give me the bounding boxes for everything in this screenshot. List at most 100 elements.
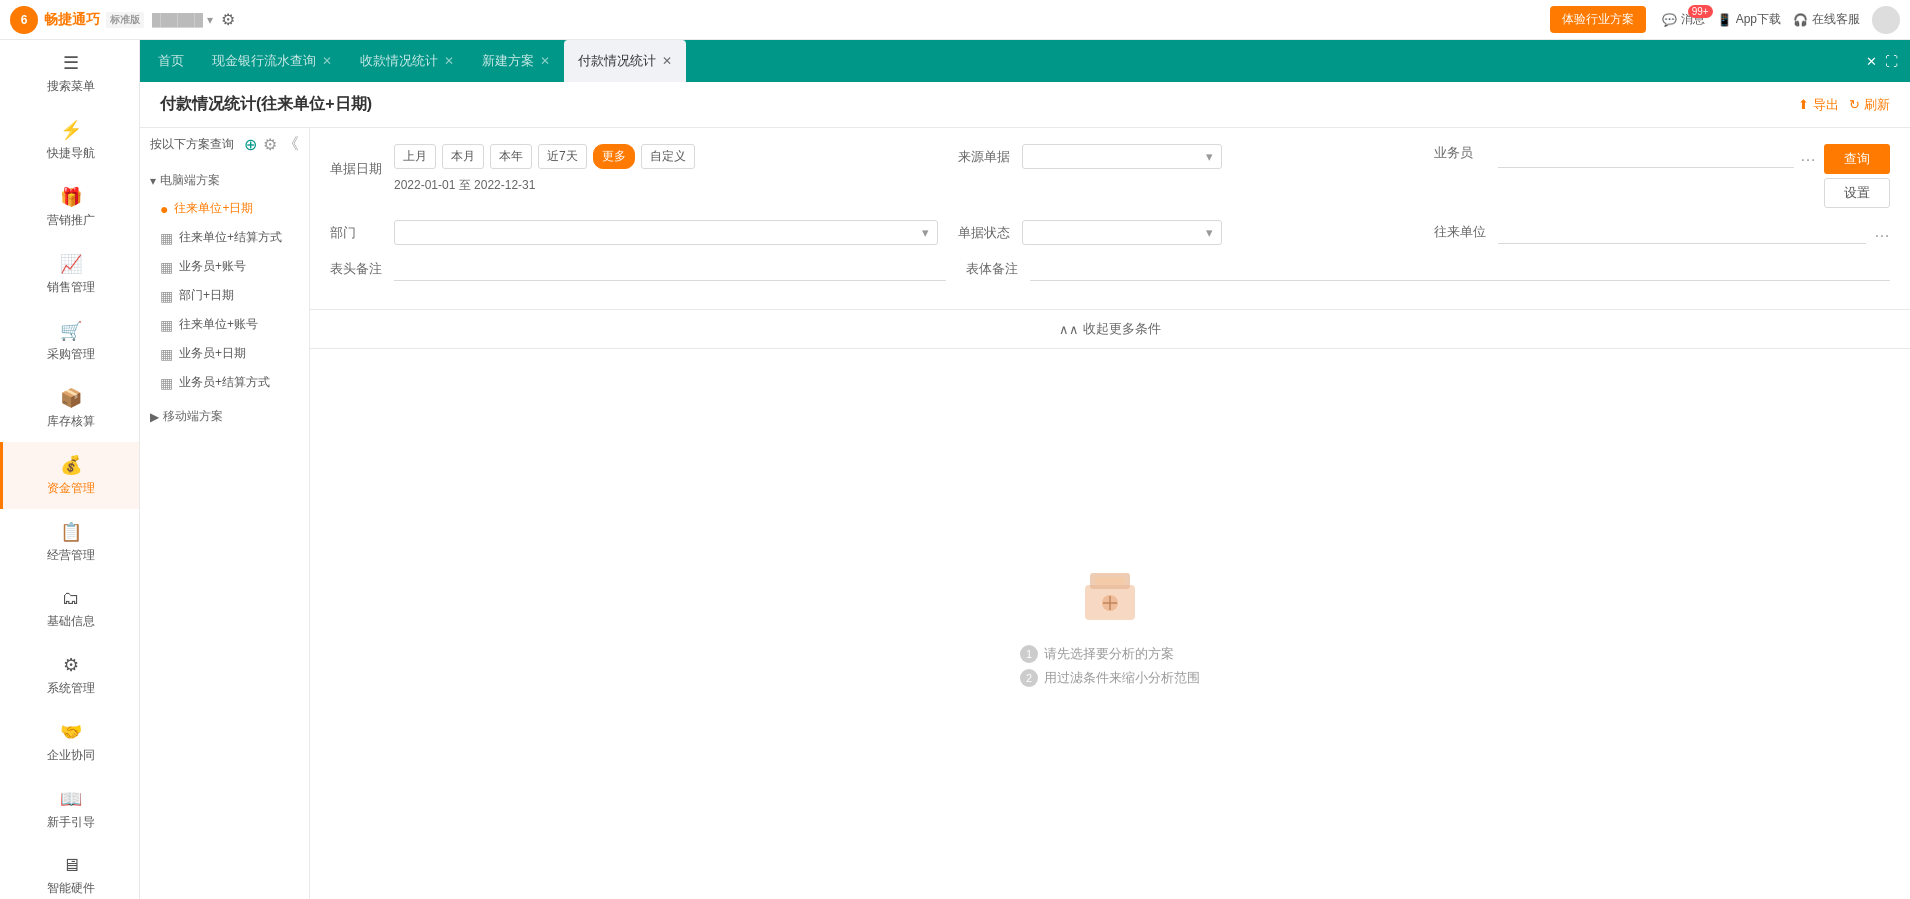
app-download-label: App下载 [1736,11,1781,28]
sidebar-item-finance[interactable]: 💰 资金管理 [0,442,139,509]
tab-bank[interactable]: 现金银行流水查询 ✕ [198,40,346,82]
hint-num-1: 1 [1020,645,1038,663]
export-button[interactable]: ⬆ 导出 [1798,96,1839,114]
empty-box-illustration [1070,555,1150,635]
sidebar-item-label: 快捷导航 [47,145,95,162]
collapse-label: 收起更多条件 [1083,320,1161,338]
date-btn-custom[interactable]: 自定义 [641,144,695,169]
refresh-button[interactable]: ↻ 刷新 [1849,96,1890,114]
filter-source-label: 来源单据 [958,148,1014,166]
date-btn-7days[interactable]: 近7天 [538,144,587,169]
pc-scheme-title[interactable]: ▾ 电脑端方案 [140,167,309,194]
page-actions: ⬆ 导出 ↻ 刷新 [1798,96,1890,114]
filter-counterpart-item: 往来单位 … [1434,220,1890,244]
try-industry-button[interactable]: 体验行业方案 [1550,6,1646,33]
scheme-item-staff-date[interactable]: ▦ 业务员+日期 [140,339,309,368]
sidebar-item-nav[interactable]: ⚡ 快捷导航 [0,107,139,174]
filter-date-control: 上月 本月 本年 近7天 更多 自定义 2022-01-01 至 2022-12… [394,144,938,194]
user-avatar[interactable] [1872,6,1900,34]
scheme-item-counterpart-account[interactable]: ▦ 往来单位+账号 [140,310,309,339]
add-scheme-icon[interactable]: ⊕ [244,135,257,154]
sidebar-item-operations[interactable]: 📋 经营管理 [0,509,139,576]
sidebar-item-purchase[interactable]: 🛒 采购管理 [0,308,139,375]
tab-new-plan-close-icon[interactable]: ✕ [540,54,550,68]
sidebar-item-label: 基础信息 [47,613,95,630]
top-bar-left: 6 畅捷通巧 标准版 ██████ ▾ ⚙ [10,6,235,34]
sales-icon: 📈 [60,253,82,275]
scheme-item-icon: ▦ [160,288,173,304]
tab-receipt-close-icon[interactable]: ✕ [444,54,454,68]
staff-control: … [1498,144,1816,168]
filter-status-select[interactable]: ▾ [1022,220,1222,245]
tab-home-label: 首页 [158,52,184,70]
filter-dept-item: 部门 ▾ [330,220,938,245]
tab-bar-actions: ✕ ⛶ [1866,54,1906,69]
tab-new-plan[interactable]: 新建方案 ✕ [468,40,564,82]
sidebar-item-system[interactable]: ⚙ 系统管理 [0,642,139,709]
date-btn-more[interactable]: 更多 [593,144,635,169]
logo-icon: 6 [10,6,38,34]
scheme-item-dept-date[interactable]: ▦ 部门+日期 [140,281,309,310]
collapse-button[interactable]: ∧∧ 收起更多条件 [1059,320,1161,338]
query-button[interactable]: 查询 [1824,144,1890,174]
sidebar-item-guide[interactable]: 📖 新手引导 [0,776,139,843]
filter-source-item: 来源单据 ▾ [958,144,1414,169]
sidebar-item-sales[interactable]: 📈 销售管理 [0,241,139,308]
sidebar-item-label: 采购管理 [47,346,95,363]
date-btn-this-year[interactable]: 本年 [490,144,532,169]
company-selector[interactable]: ██████ ▾ [152,13,213,27]
filter-data-area: 单据日期 上月 本月 本年 近7天 更多 [310,128,1910,899]
tab-home[interactable]: 首页 [144,40,198,82]
scheme-item-staff-account[interactable]: ▦ 业务员+账号 [140,252,309,281]
date-btn-this-month[interactable]: 本月 [442,144,484,169]
scheme-item-counterpart-date[interactable]: ● 往来单位+日期 [140,194,309,223]
company-name: ██████ [152,13,203,27]
body-note-input[interactable] [1030,257,1890,281]
scheme-item-label: 业务员+日期 [179,345,246,362]
sidebar-item-inventory[interactable]: 📦 库存核算 [0,375,139,442]
empty-hint-1: 请先选择要分析的方案 [1044,645,1174,663]
section-arrow-right-icon: ▶ [150,410,159,424]
date-btn-last-month[interactable]: 上月 [394,144,436,169]
tab-payment-close-icon[interactable]: ✕ [662,54,672,68]
guide-icon: 📖 [60,788,82,810]
sidebar-item-label: 库存核算 [47,413,95,430]
scheme-query-label: 按以下方案查询 [150,136,234,153]
tab-receipt[interactable]: 收款情况统计 ✕ [346,40,468,82]
tab-bank-close-icon[interactable]: ✕ [322,54,332,68]
maximize-icon[interactable]: ⛶ [1885,54,1898,69]
app-download-button[interactable]: 📱 App下载 [1717,11,1781,28]
settings-button[interactable]: 设置 [1824,178,1890,208]
online-service-button[interactable]: 🎧 在线客服 [1793,11,1860,28]
filter-header-note-item: 表头备注 [330,257,946,281]
online-service-label: 在线客服 [1812,11,1860,28]
scheme-settings-icon[interactable]: ⚙ [263,135,277,154]
sidebar-item-basic[interactable]: 🗂 基础信息 [0,576,139,642]
sidebar-item-hardware[interactable]: 🖥 智能硬件 [0,843,139,899]
scheme-item-label: 部门+日期 [179,287,234,304]
sidebar-item-enterprise[interactable]: 🤝 企业协同 [0,709,139,776]
staff-ellipsis-icon[interactable]: … [1800,147,1816,165]
sidebar-item-search[interactable]: ☰ 搜索菜单 [0,40,139,107]
refresh-icon: ↻ [1849,97,1860,112]
staff-input[interactable] [1498,144,1794,168]
counterpart-input[interactable] [1498,220,1866,244]
gear-icon[interactable]: ⚙ [221,10,235,29]
filter-status-label: 单据状态 [958,224,1014,242]
scheme-item-icon: ▦ [160,375,173,391]
filter-date-item: 单据日期 上月 本月 本年 近7天 更多 [330,144,938,194]
tab-payment[interactable]: 付款情况统计 ✕ [564,40,686,82]
header-note-input[interactable] [394,257,946,281]
scheme-collapse-icon[interactable]: 《 [283,134,299,155]
filter-source-select[interactable]: ▾ [1022,144,1222,169]
sidebar-item-label: 智能硬件 [47,880,95,897]
scheme-item-counterpart-settle[interactable]: ▦ 往来单位+结算方式 [140,223,309,252]
sidebar-item-marketing[interactable]: 🎁 营销推广 [0,174,139,241]
close-all-tabs-icon[interactable]: ✕ [1866,54,1877,69]
filter-row-2: 部门 ▾ 单据状态 ▾ [330,220,1890,245]
counterpart-ellipsis-icon[interactable]: … [1874,223,1890,241]
mobile-scheme-title[interactable]: ▶ 移动端方案 [140,403,309,430]
messages-button[interactable]: 💬 消息 99+ [1662,11,1705,28]
filter-dept-select[interactable]: ▾ [394,220,938,245]
scheme-item-staff-settle[interactable]: ▦ 业务员+结算方式 [140,368,309,397]
